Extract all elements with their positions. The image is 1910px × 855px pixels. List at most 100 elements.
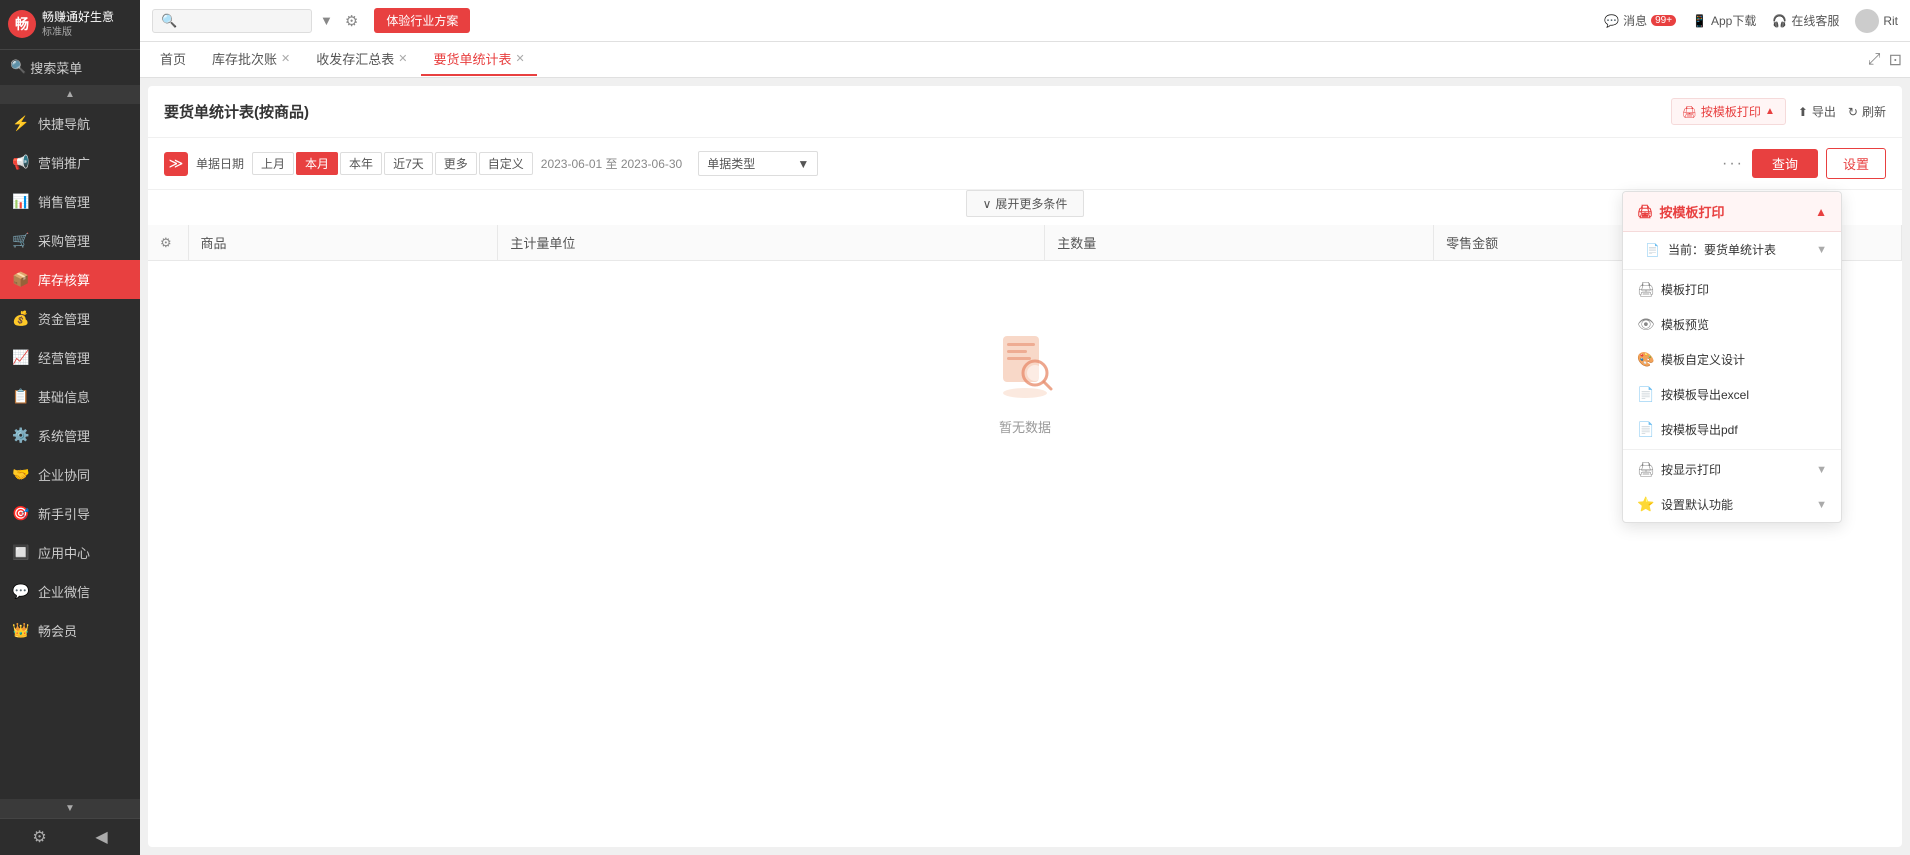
filter-expand-btn[interactable]: ≫ (164, 152, 188, 176)
query-button[interactable]: 查询 (1752, 149, 1818, 178)
more-options-btn[interactable]: ··· (1722, 155, 1744, 173)
print-icon: 🖨 (1682, 105, 1697, 119)
receivable-summary-label: 收发存汇总表 (316, 49, 394, 68)
default-function-icon: ⭐ (1637, 496, 1653, 513)
export-pdf-label: 按模板导出pdf (1661, 421, 1738, 438)
order-type-label: 单据类型 (707, 155, 755, 172)
dropdown-item-display-print[interactable]: 🖨 按显示打印 ▼ (1623, 452, 1841, 487)
export-btn[interactable]: ⬆ 导出 (1798, 103, 1836, 120)
sidebar-item-purchase[interactable]: 🛒 采购管理 (0, 221, 140, 260)
sidebar-label-guide: 新手引导 (38, 504, 90, 523)
date-btn-more[interactable]: 更多 (435, 152, 477, 175)
template-print-icon: 🖨 (1637, 281, 1653, 298)
sidebar-item-marketing[interactable]: 📢 营销推广 (0, 143, 140, 182)
app-download-label: App下载 (1711, 12, 1756, 29)
online-service-btn[interactable]: 🎧 在线客服 (1772, 12, 1839, 29)
table-settings-icon[interactable]: ⚙ (160, 235, 172, 250)
marketing-icon: 📢 (12, 154, 30, 171)
collab-icon: 🤝 (12, 466, 30, 483)
sidebar-item-quick-nav[interactable]: ⚡ 快捷导航 (0, 104, 140, 143)
dropdown-header[interactable]: 🖨 按模板打印 ▲ (1623, 192, 1841, 232)
display-print-icon: 🖨 (1637, 461, 1653, 478)
topbar-right: 💬 消息 99+ 📱 App下载 🎧 在线客服 Rit (1604, 9, 1898, 33)
topbar-gear-icon[interactable]: ⚙ (345, 12, 358, 30)
member-icon: 👑 (12, 622, 30, 639)
topbar-search-input[interactable] (181, 14, 303, 28)
sidebar-item-finance[interactable]: 💰 资金管理 (0, 299, 140, 338)
dropdown-item-template-design[interactable]: 🎨 模板自定义设计 (1623, 342, 1841, 377)
dropdown-item-template-print[interactable]: 🖨 模板打印 (1623, 272, 1841, 307)
template-print-label: 模板打印 (1661, 281, 1709, 298)
system-icon: ⚙️ (12, 427, 30, 444)
page-actions: 🖨 按模板打印 ▲ ⬆ 导出 ↻ 刷新 (1671, 98, 1886, 125)
messages-btn[interactable]: 💬 消息 99+ (1604, 12, 1676, 29)
date-btn-custom[interactable]: 自定义 (479, 152, 533, 175)
print-arrow-icon: ▲ (1765, 106, 1775, 117)
display-print-arrow: ▼ (1816, 464, 1827, 476)
sidebar-item-guide[interactable]: 🎯 新手引导 (0, 494, 140, 533)
online-service-label: 在线客服 (1791, 12, 1839, 29)
refresh-btn[interactable]: ↻ 刷新 (1848, 103, 1886, 120)
sidebar-item-member[interactable]: 👑 畅会员 (0, 611, 140, 650)
app-download-icon: 📱 (1692, 14, 1707, 28)
sidebar-item-inventory[interactable]: 📦 库存核算 (0, 260, 140, 299)
table-col-quantity: 主数量 (1045, 225, 1434, 261)
dropdown-item-template-preview[interactable]: 👁 模板预览 (1623, 307, 1841, 342)
dropdown-item-export-excel[interactable]: 📄 按模板导出excel (1623, 377, 1841, 412)
sidebar-label-sales: 销售管理 (38, 192, 90, 211)
sidebar-label-apps: 应用中心 (38, 543, 90, 562)
messages-icon: 💬 (1604, 14, 1619, 28)
sidebar-label-quick-nav: 快捷导航 (38, 114, 90, 133)
date-btn-current-month[interactable]: 本月 (296, 152, 338, 175)
order-type-select[interactable]: 单据类型 ▼ (698, 151, 818, 176)
settings-button[interactable]: 设置 (1826, 148, 1886, 179)
topbar-dropdown-arrow[interactable]: ▼ (320, 13, 333, 28)
dropdown-item-export-pdf[interactable]: 📄 按模板导出pdf (1623, 412, 1841, 447)
tab-restore-btn[interactable]: ⤢ (1868, 51, 1881, 69)
tab-home[interactable]: 首页 (148, 43, 198, 76)
operations-icon: 📈 (12, 349, 30, 366)
tab-close-receivable-summary[interactable]: ✕ (398, 52, 407, 65)
sidebar-item-system[interactable]: ⚙️ 系统管理 (0, 416, 140, 455)
sidebar-logo: 畅 畅赚通好生意 标准版 (0, 0, 140, 50)
template-preview-icon: 👁 (1637, 316, 1653, 333)
date-btn-last-7days[interactable]: 近7天 (384, 152, 433, 175)
sidebar-search[interactable]: 🔍 搜索菜单 (0, 50, 140, 85)
topbar-search-box[interactable]: 🔍 (152, 9, 312, 33)
dropdown-item-default-function[interactable]: ⭐ 设置默认功能 ▼ (1623, 487, 1841, 522)
basic-icon: 📋 (12, 388, 30, 405)
sidebar-item-operations[interactable]: 📈 经营管理 (0, 338, 140, 377)
inventory-icon: 📦 (12, 271, 30, 288)
tab-order-stats[interactable]: 要货单统计表 ✕ (421, 43, 536, 76)
user-info[interactable]: Rit (1855, 9, 1898, 33)
topbar-search-icon: 🔍 (161, 13, 177, 29)
print-template-btn[interactable]: 🖨 按模板打印 ▲ (1671, 98, 1786, 125)
tab-minimize-btn[interactable]: ⊡ (1889, 50, 1902, 70)
date-btn-current-year[interactable]: 本年 (340, 152, 382, 175)
tab-inventory-batch[interactable]: 库存批次账 ✕ (200, 43, 302, 76)
sidebar-label-collab: 企业协同 (38, 465, 90, 484)
sidebar-scroll-down[interactable]: ▼ (0, 799, 140, 818)
main-area: 🔍 ▼ ⚙ 体验行业方案 💬 消息 99+ 📱 App下载 🎧 在线客服 Rit (140, 0, 1910, 855)
tab-close-inventory-batch[interactable]: ✕ (281, 52, 290, 65)
dropdown-current-template[interactable]: 📄 当前：要货单统计表 ▼ (1623, 232, 1841, 267)
sidebar-item-sales[interactable]: 📊 销售管理 (0, 182, 140, 221)
trial-btn[interactable]: 体验行业方案 (374, 8, 470, 33)
sidebar-item-apps[interactable]: 🔲 应用中心 (0, 533, 140, 572)
tab-close-order-stats[interactable]: ✕ (516, 52, 525, 65)
sidebar-item-wecom[interactable]: 💬 企业微信 (0, 572, 140, 611)
sidebar-item-basic[interactable]: 📋 基础信息 (0, 377, 140, 416)
apps-icon: 🔲 (12, 544, 30, 561)
sidebar-settings-btn[interactable]: ⚙ (32, 827, 46, 847)
app-download-btn[interactable]: 📱 App下载 (1692, 12, 1756, 29)
topbar: 🔍 ▼ ⚙ 体验行业方案 💬 消息 99+ 📱 App下载 🎧 在线客服 Rit (140, 0, 1910, 42)
sidebar-item-collab[interactable]: 🤝 企业协同 (0, 455, 140, 494)
table-col-settings[interactable]: ⚙ (148, 225, 188, 261)
date-range-display: 2023-06-01 至 2023-06-30 (541, 155, 682, 172)
date-btn-last-month[interactable]: 上月 (252, 152, 294, 175)
sidebar-scroll-up[interactable]: ▲ (0, 85, 140, 104)
sidebar-collapse-btn[interactable]: ◀ (95, 827, 107, 847)
expand-more-btn[interactable]: ∨ 展开更多条件 (966, 190, 1085, 217)
tab-receivable-summary[interactable]: 收发存汇总表 ✕ (304, 43, 419, 76)
tabs-right-area: ⤢ ⊡ (1868, 50, 1902, 70)
